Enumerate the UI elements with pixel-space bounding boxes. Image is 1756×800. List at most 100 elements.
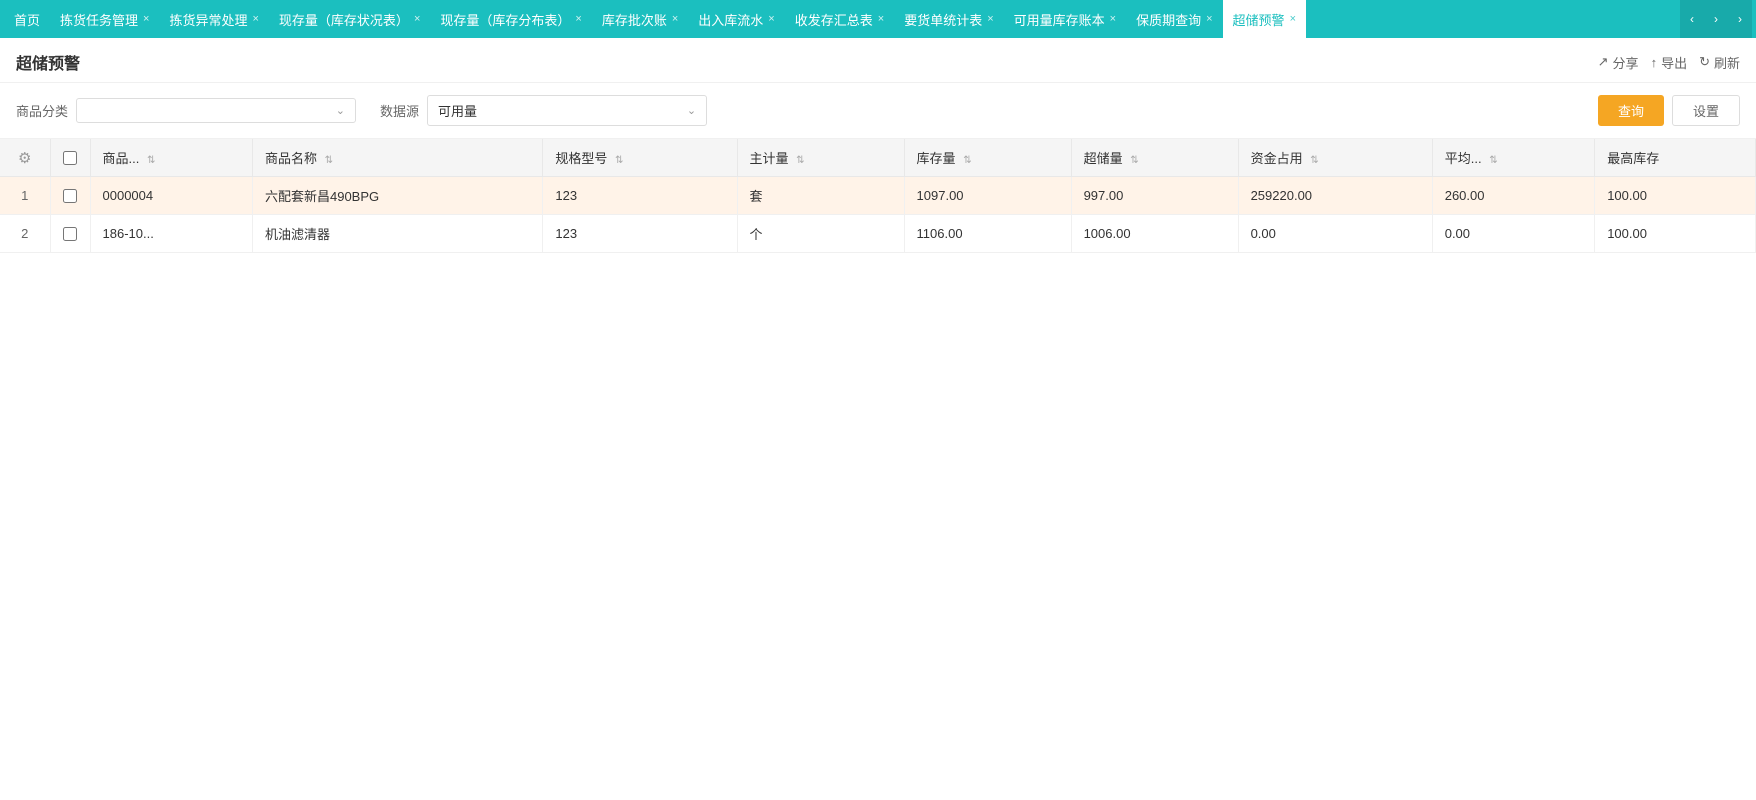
cell-capital-0: 259220.00 <box>1238 177 1432 215</box>
data-table: ⚙ 商品... ⇅ 商品名称 ⇅ 规格型号 ⇅ <box>0 139 1756 253</box>
cell-overstock-0: 997.00 <box>1071 177 1238 215</box>
nav-item-close-abnormal[interactable]: × <box>252 13 258 25</box>
header-actions: ↗ 分享 ↑ 导出 ↻ 刷新 <box>1598 53 1740 72</box>
category-select[interactable]: ⌄ <box>76 98 356 123</box>
export-label: 导出 <box>1661 53 1687 72</box>
nav-item-close-in-out-flow[interactable]: × <box>768 13 774 25</box>
datasource-label: 数据源 <box>380 101 419 120</box>
nav-item-label-inventory-status: 现存量（库存状况表） <box>279 10 409 29</box>
nav-item-inventory-batch[interactable]: 库存批次账 × <box>592 0 688 38</box>
cell-product-name-1: 机油滤清器 <box>252 215 542 253</box>
nav-item-inventory-dist[interactable]: 现存量（库存分布表）× <box>430 0 591 38</box>
col-overstock-label: 超储量 <box>1084 151 1123 166</box>
nav-item-close-overstock-alert[interactable]: × <box>1290 13 1296 25</box>
col-avg-header[interactable]: 平均... ⇅ <box>1432 139 1594 177</box>
nav-item-label-home: 首页 <box>14 10 40 29</box>
share-button[interactable]: ↗ 分享 <box>1598 53 1639 72</box>
refresh-icon: ↻ <box>1699 54 1710 70</box>
col-product-name-header[interactable]: 商品名称 ⇅ <box>252 139 542 177</box>
nav-item-close-task-mgmt[interactable]: × <box>143 13 149 25</box>
page-header: 超储预警 ↗ 分享 ↑ 导出 ↻ 刷新 <box>0 38 1756 83</box>
col-unit-label: 主计量 <box>750 151 789 166</box>
nav-items-container: 首页拣货任务管理×拣货异常处理×现存量（库存状况表）×现存量（库存分布表）×库存… <box>4 0 1680 38</box>
nav-item-abnormal[interactable]: 拣货异常处理 × <box>159 0 268 38</box>
nav-item-label-task-mgmt: 拣货任务管理 <box>60 10 138 29</box>
nav-item-label-inventory-batch: 库存批次账 <box>602 10 667 29</box>
nav-item-order-stats[interactable]: 要货单统计表 × <box>894 0 1003 38</box>
col-unit-header[interactable]: 主计量 ⇅ <box>737 139 904 177</box>
category-dropdown-icon: ⌄ <box>336 104 345 117</box>
datasource-dropdown-icon: ⌄ <box>687 104 696 117</box>
setting-button[interactable]: 设置 <box>1672 95 1740 126</box>
col-stock-header[interactable]: 库存量 ⇅ <box>904 139 1071 177</box>
nav-item-close-collect-summary[interactable]: × <box>878 13 884 25</box>
col-product-code-header[interactable]: 商品... ⇅ <box>90 139 252 177</box>
query-button[interactable]: 查询 <box>1598 95 1664 126</box>
datasource-value: 可用量 <box>438 101 477 120</box>
col-settings: ⚙ <box>0 139 50 177</box>
export-icon: ↑ <box>1651 55 1658 70</box>
select-all-checkbox[interactable] <box>63 151 77 165</box>
nav-item-quality-check[interactable]: 保质期查询 × <box>1126 0 1222 38</box>
cell-product-code-1: 186-10... <box>90 215 252 253</box>
table-settings-icon[interactable]: ⚙ <box>12 149 38 167</box>
table-wrapper: ⚙ 商品... ⇅ 商品名称 ⇅ 规格型号 ⇅ <box>0 139 1756 253</box>
nav-item-usable-account[interactable]: 可用量库存账本 × <box>1004 0 1126 38</box>
nav-item-close-quality-check[interactable]: × <box>1206 13 1212 25</box>
export-button[interactable]: ↑ 导出 <box>1651 53 1688 72</box>
nav-arrow-left[interactable]: ‹ <box>1680 0 1704 38</box>
col-maxstock-header[interactable]: 最高库存 <box>1595 139 1756 177</box>
datasource-select[interactable]: 可用量 ⌄ <box>427 95 707 126</box>
nav-item-close-order-stats[interactable]: × <box>987 13 993 25</box>
cell-capital-1: 0.00 <box>1238 215 1432 253</box>
sort-icon-stock: ⇅ <box>963 155 971 166</box>
col-capital-label: 资金占用 <box>1251 151 1303 166</box>
sort-icon-product-name: ⇅ <box>325 155 333 166</box>
nav-item-label-collect-summary: 收发存汇总表 <box>795 10 873 29</box>
nav-item-overstock-alert[interactable]: 超储预警 × <box>1223 0 1306 38</box>
cell-maxstock-1: 100.00 <box>1595 215 1756 253</box>
nav-item-close-inventory-batch[interactable]: × <box>672 13 678 25</box>
cell-stock-0: 1097.00 <box>904 177 1071 215</box>
table-row: 2 186-10... 机油滤清器 123 个 1106.00 1006.00 … <box>0 215 1756 253</box>
col-spec-header[interactable]: 规格型号 ⇅ <box>543 139 737 177</box>
nav-item-label-usable-account: 可用量库存账本 <box>1014 10 1105 29</box>
page-title: 超储预警 <box>16 50 80 74</box>
sort-icon-avg: ⇅ <box>1489 155 1497 166</box>
nav-item-label-in-out-flow: 出入库流水 <box>698 10 763 29</box>
nav-item-in-out-flow[interactable]: 出入库流水 × <box>688 0 784 38</box>
cell-stock-1: 1106.00 <box>904 215 1071 253</box>
cell-product-code-0: 0000004 <box>90 177 252 215</box>
sort-icon-capital: ⇅ <box>1310 155 1318 166</box>
cell-product-name-0: 六配套新昌490BPG <box>252 177 542 215</box>
nav-item-close-inventory-dist[interactable]: × <box>575 13 581 25</box>
table-body: 1 0000004 六配套新昌490BPG 123 套 1097.00 997.… <box>0 177 1756 253</box>
category-filter: 商品分类 ⌄ <box>16 98 356 123</box>
nav-item-close-usable-account[interactable]: × <box>1110 13 1116 25</box>
row-checkbox-0[interactable] <box>63 189 77 203</box>
refresh-label: 刷新 <box>1714 53 1740 72</box>
cell-spec-1: 123 <box>543 215 737 253</box>
cell-overstock-1: 1006.00 <box>1071 215 1238 253</box>
nav-item-collect-summary[interactable]: 收发存汇总表 × <box>785 0 894 38</box>
top-nav: 首页拣货任务管理×拣货异常处理×现存量（库存状况表）×现存量（库存分布表）×库存… <box>0 0 1756 38</box>
nav-item-label-overstock-alert: 超储预警 <box>1233 10 1285 29</box>
share-icon: ↗ <box>1598 54 1609 70</box>
col-overstock-header[interactable]: 超储量 ⇅ <box>1071 139 1238 177</box>
nav-item-close-inventory-status[interactable]: × <box>414 13 420 25</box>
nav-arrow-right[interactable]: › <box>1704 0 1728 38</box>
nav-item-label-order-stats: 要货单统计表 <box>904 10 982 29</box>
nav-item-home[interactable]: 首页 <box>4 0 50 38</box>
col-capital-header[interactable]: 资金占用 ⇅ <box>1238 139 1432 177</box>
nav-arrow-expand[interactable]: › <box>1728 0 1752 38</box>
col-avg-label: 平均... <box>1445 151 1482 166</box>
nav-arrows: ‹ › › <box>1680 0 1752 38</box>
nav-item-task-mgmt[interactable]: 拣货任务管理 × <box>50 0 159 38</box>
col-spec-label: 规格型号 <box>555 151 607 166</box>
nav-item-inventory-status[interactable]: 现存量（库存状况表） × <box>269 0 430 38</box>
nav-item-label-quality-check: 保质期查询 <box>1136 10 1201 29</box>
nav-item-label-abnormal: 拣货异常处理 <box>169 10 247 29</box>
col-checkbox-header <box>50 139 90 177</box>
refresh-button[interactable]: ↻ 刷新 <box>1699 53 1740 72</box>
row-checkbox-1[interactable] <box>63 227 77 241</box>
